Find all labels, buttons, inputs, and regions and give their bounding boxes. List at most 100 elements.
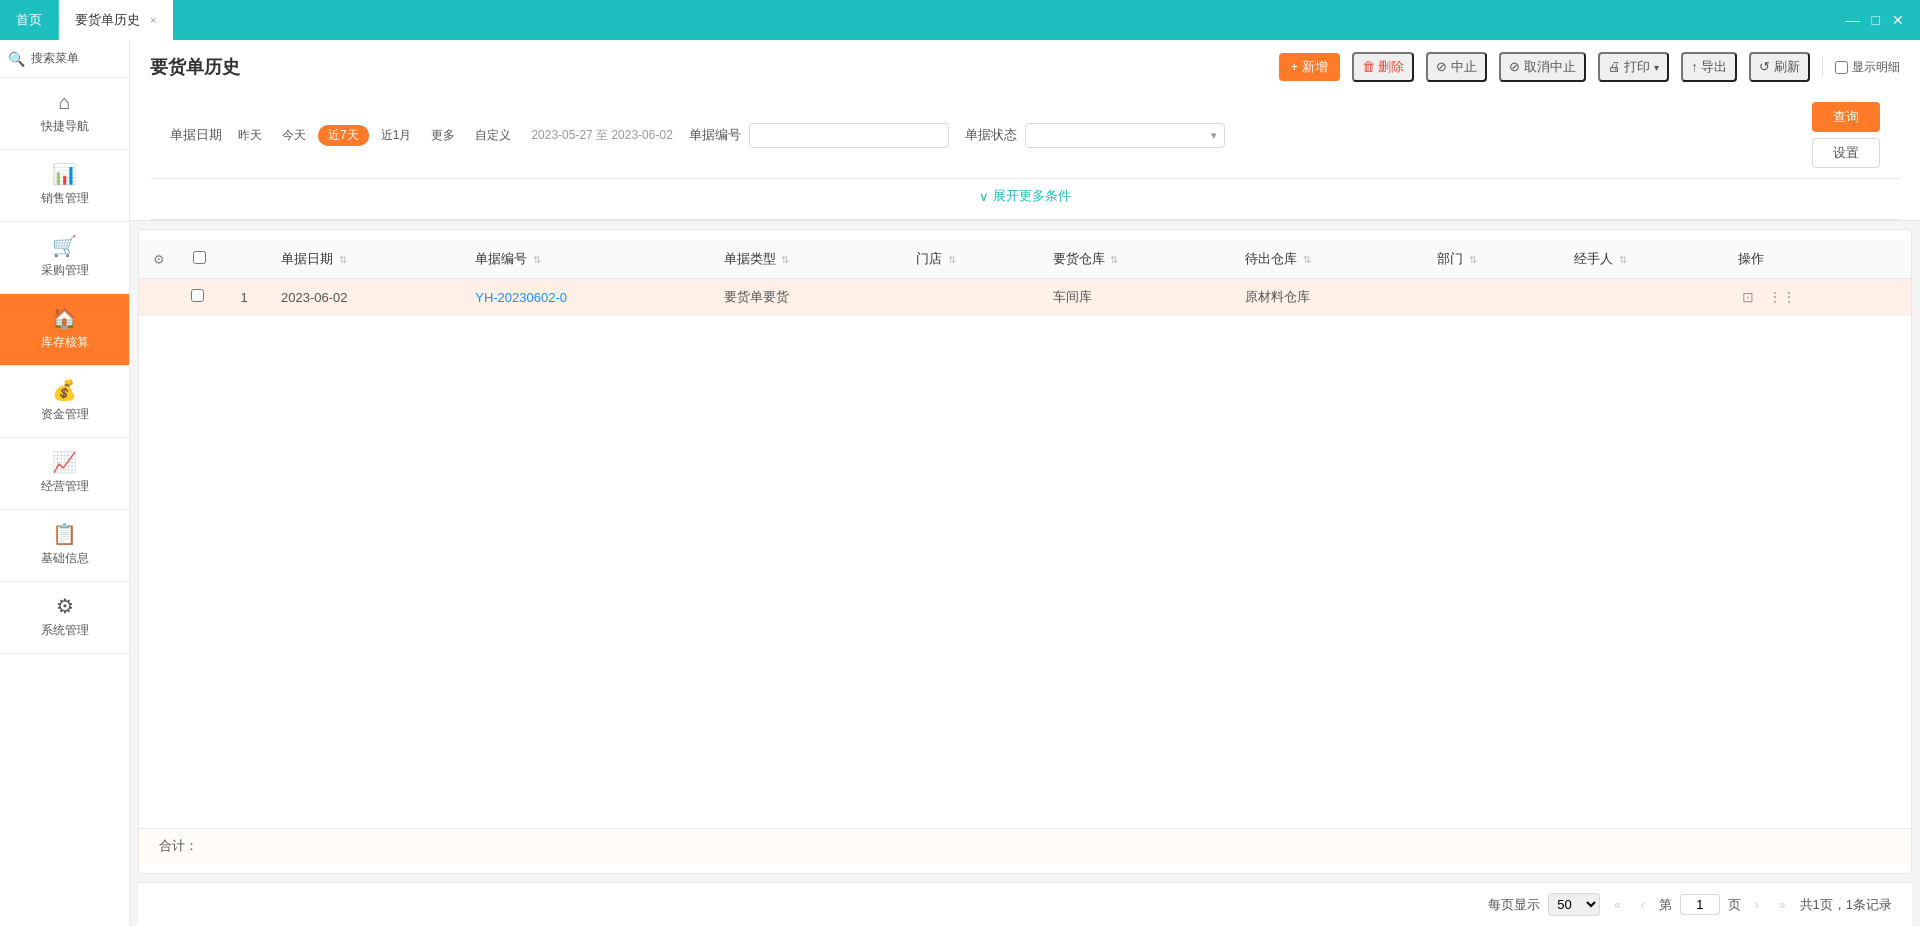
date-btn-1month[interactable]: 近1月 — [373, 125, 420, 146]
status-select[interactable] — [1025, 123, 1225, 148]
th-order-type: 单据类型 ⇅ — [712, 240, 904, 279]
page-title: 要货单历史 — [150, 55, 240, 79]
page-label: 第 — [1659, 896, 1672, 914]
order-no-input[interactable] — [749, 123, 949, 148]
date-btn-custom[interactable]: 自定义 — [467, 125, 519, 146]
row-req-warehouse-value: 车间库 — [1053, 289, 1092, 304]
settings-button[interactable]: 设置 — [1812, 138, 1880, 168]
print-button[interactable]: 🖨 打印 ▾ — [1598, 52, 1670, 82]
prev-page-btn[interactable]: ‹ — [1635, 896, 1651, 914]
footer-total-label: 合计： — [159, 837, 198, 855]
date-filter-group: 单据日期 昨天 今天 近7天 近1月 更多 自定义 2023-05-27 至 2… — [170, 125, 673, 146]
sidebar-item-sales-label: 销售管理 — [41, 190, 89, 207]
next-page-btn[interactable]: › — [1749, 896, 1765, 914]
finance-icon: 💰 — [52, 380, 77, 400]
content-area: 要货单历史 + 新增 🗑 删除 ⊘ 中止 ⊘ 取消中止 🖨 打印 ▾ ↑ 导出 … — [130, 40, 1920, 926]
cancel-stop-button[interactable]: ⊘ 取消中止 — [1499, 52, 1586, 82]
date-btn-7days[interactable]: 近7天 — [318, 125, 369, 146]
expand-more-btn[interactable]: ∨ 展开更多条件 — [969, 183, 1081, 209]
th-date: 单据日期 ⇅ — [269, 240, 463, 279]
last-page-btn[interactable]: » — [1773, 896, 1792, 914]
sidebar-item-sales[interactable]: 📊 销售管理 — [0, 150, 129, 222]
show-detail-checkbox[interactable]: 显示明细 — [1835, 59, 1900, 76]
row-store — [904, 279, 1041, 316]
date-btn-yesterday[interactable]: 昨天 — [230, 125, 270, 146]
date-range-display: 2023-05-27 至 2023-06-02 — [531, 127, 672, 144]
per-page-select[interactable]: 50 10 20 100 — [1548, 893, 1600, 916]
sidebar-item-system[interactable]: ⚙ 系统管理 — [0, 582, 129, 654]
tab-home[interactable]: 首页 — [0, 0, 59, 40]
per-page-label: 每页显示 — [1488, 896, 1540, 914]
th-date-label: 单据日期 — [281, 251, 333, 266]
row-view-icon[interactable]: ⊡ — [1738, 287, 1758, 307]
select-all-checkbox[interactable] — [193, 251, 206, 264]
th-action-label: 操作 — [1738, 251, 1764, 266]
tab-order-history[interactable]: 要货单历史 × — [59, 0, 173, 40]
store-sort-icon[interactable]: ⇅ — [948, 254, 956, 265]
sidebar-search[interactable]: 🔍 搜索菜单 — [0, 40, 129, 78]
print-dropdown-icon[interactable]: ▾ — [1654, 62, 1659, 73]
sidebar-item-inventory[interactable]: 🏠 库存核算 — [0, 294, 129, 366]
new-button[interactable]: + 新增 — [1279, 53, 1340, 81]
purchase-icon: 🛒 — [52, 236, 77, 256]
th-setting[interactable]: ⚙ — [139, 240, 179, 279]
sales-icon: 📊 — [52, 164, 77, 184]
sidebar-item-shortcut-label: 快捷导航 — [41, 118, 89, 135]
th-order-type-label: 单据类型 — [724, 251, 776, 266]
th-store: 门店 ⇅ — [904, 240, 1041, 279]
th-action: 操作 — [1726, 240, 1911, 279]
status-select-wrap — [1025, 123, 1225, 148]
total-info: 共1页，1条记录 — [1800, 896, 1892, 914]
table-row[interactable]: 1 2023-06-02 YH-20230602-0 要货单要货 — [139, 279, 1911, 316]
row-order-type: 要货单要货 — [712, 279, 904, 316]
row-date: 2023-06-02 — [269, 279, 463, 316]
query-button[interactable]: 查询 — [1812, 102, 1880, 132]
th-handler-label: 经手人 — [1574, 251, 1613, 266]
maximize-icon[interactable]: □ — [1872, 12, 1880, 28]
export-button[interactable]: ↑ 导出 — [1681, 52, 1737, 82]
th-order-no: 单据编号 ⇅ — [463, 240, 712, 279]
row-more-icon[interactable]: ⋮⋮ — [1764, 287, 1800, 307]
show-detail-label: 显示明细 — [1852, 59, 1900, 76]
row-select-checkbox[interactable] — [191, 289, 204, 302]
top-bar: 首页 要货单历史 × — □ ✕ — [0, 0, 1920, 40]
first-page-btn[interactable]: « — [1608, 896, 1627, 914]
order-type-sort-icon[interactable]: ⇅ — [781, 254, 789, 265]
dept-sort-icon[interactable]: ⇅ — [1469, 254, 1477, 265]
th-checkbox[interactable] — [179, 240, 219, 279]
show-detail-input[interactable] — [1835, 61, 1848, 74]
sidebar-item-shortcut[interactable]: ⌂ 快捷导航 — [0, 78, 129, 150]
tab-order-history-label: 要货单历史 — [75, 11, 140, 29]
tab-close-icon[interactable]: × — [150, 14, 156, 26]
row-checkbox[interactable] — [179, 279, 219, 316]
th-dept: 部门 ⇅ — [1425, 240, 1562, 279]
sidebar-item-finance[interactable]: 💰 资金管理 — [0, 366, 129, 438]
table-area: ⚙ 单据日期 ⇅ 单据编号 — [138, 229, 1912, 874]
print-label: 🖨 打印 — [1608, 58, 1651, 76]
handler-sort-icon[interactable]: ⇅ — [1619, 254, 1627, 265]
date-btn-more[interactable]: 更多 — [423, 125, 463, 146]
table-scroll: ⚙ 单据日期 ⇅ 单据编号 — [139, 240, 1911, 828]
refresh-button[interactable]: ↺ 刷新 — [1749, 52, 1810, 82]
home-icon: ⌂ — [58, 92, 70, 112]
date-btn-today[interactable]: 今天 — [274, 125, 314, 146]
sidebar-item-basic[interactable]: 📋 基础信息 — [0, 510, 129, 582]
req-warehouse-sort-icon[interactable]: ⇅ — [1110, 254, 1118, 265]
page-header: 要货单历史 + 新增 🗑 删除 ⊘ 中止 ⊘ 取消中止 🖨 打印 ▾ ↑ 导出 … — [130, 40, 1920, 221]
sidebar-item-operations-label: 经营管理 — [41, 478, 89, 495]
stop-button[interactable]: ⊘ 中止 — [1426, 52, 1487, 82]
close-icon[interactable]: ✕ — [1892, 12, 1904, 28]
minimize-icon[interactable]: — — [1846, 12, 1860, 28]
expand-more-row: ∨ 展开更多条件 — [150, 179, 1900, 220]
order-no-sort-icon[interactable]: ⇅ — [533, 254, 541, 265]
page-input[interactable] — [1680, 894, 1720, 915]
sidebar-item-operations[interactable]: 📈 经营管理 — [0, 438, 129, 510]
sidebar-item-purchase[interactable]: 🛒 采购管理 — [0, 222, 129, 294]
sidebar-search-label: 搜索菜单 — [31, 50, 79, 67]
pending-warehouse-sort-icon[interactable]: ⇅ — [1303, 254, 1311, 265]
row-setting — [139, 279, 179, 316]
date-sort-icon[interactable]: ⇅ — [339, 254, 347, 265]
page-title-row: 要货单历史 + 新增 🗑 删除 ⊘ 中止 ⊘ 取消中止 🖨 打印 ▾ ↑ 导出 … — [150, 52, 1900, 82]
row-order-no-link[interactable]: YH-20230602-0 — [475, 290, 567, 305]
delete-button[interactable]: 🗑 删除 — [1352, 52, 1415, 82]
